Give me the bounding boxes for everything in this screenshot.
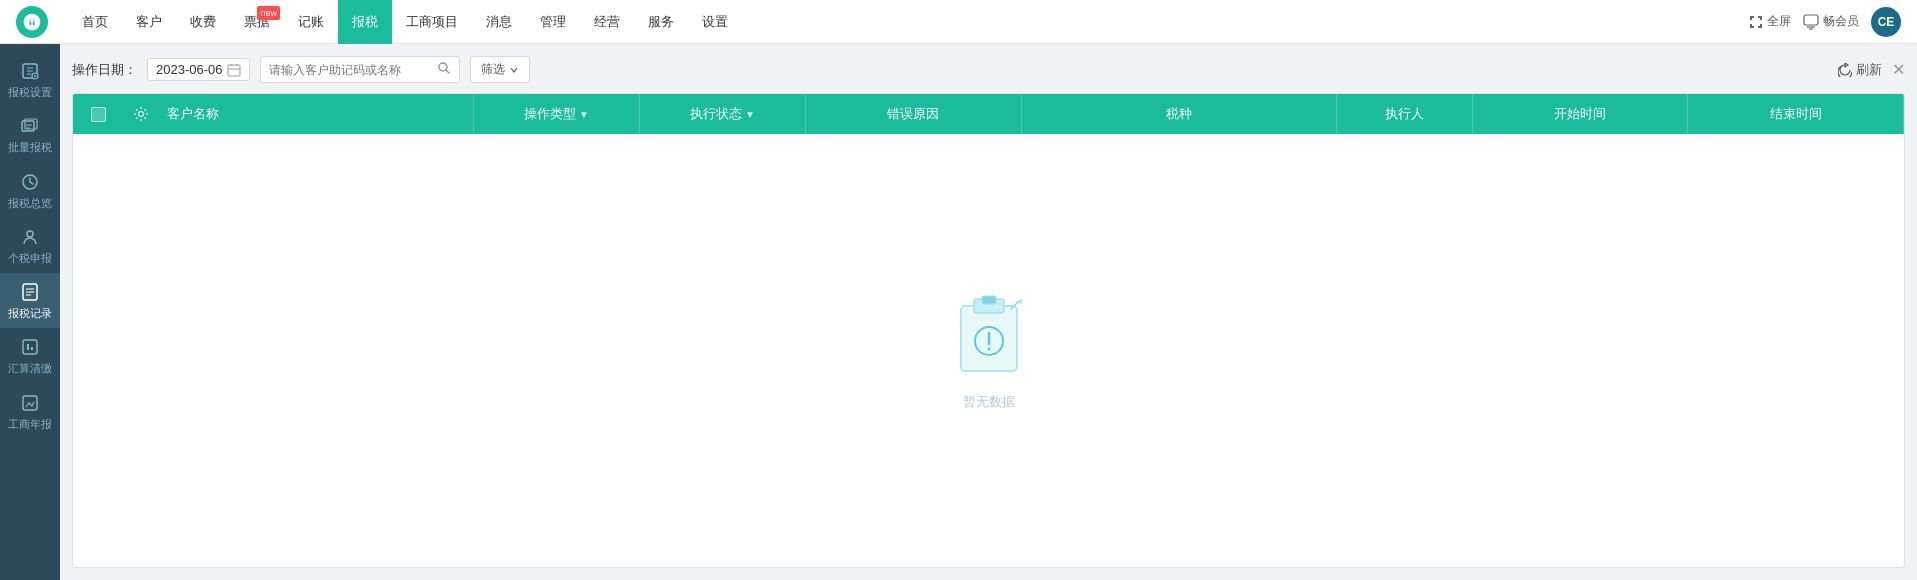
fullscreen-icon	[1749, 15, 1763, 29]
sort-icon-status: ▼	[745, 109, 755, 120]
tax-overview-icon	[19, 171, 41, 193]
svg-marker-21	[1019, 299, 1023, 305]
search-box[interactable]	[260, 56, 460, 83]
nav-menu: 首页 客户 收费 票据 new 记账 报税 工商项目 消息 管理 经营 服务 设…	[68, 0, 1749, 44]
th-status[interactable]: 执行状态 ▼	[640, 94, 806, 134]
logo[interactable]	[16, 6, 48, 38]
member-button[interactable]: 畅会员	[1803, 13, 1859, 30]
table-header: 客户名称 操作类型 ▼ 执行状态 ▼ 错误原因 税种 执行人	[73, 94, 1904, 134]
refresh-button[interactable]: 刷新	[1838, 61, 1882, 79]
sidebar-item-batch-tax[interactable]: 批量报税	[0, 107, 60, 162]
user-avatar[interactable]: CE	[1871, 7, 1901, 37]
calendar-icon	[227, 63, 241, 77]
nav-message[interactable]: 消息	[472, 0, 526, 44]
top-navigation: 首页 客户 收费 票据 new 记账 报税 工商项目 消息 管理 经营 服务 设…	[0, 0, 1917, 44]
personal-tax-icon	[19, 226, 41, 248]
date-value: 2023-06-06	[156, 62, 223, 77]
search-button[interactable]	[429, 57, 459, 82]
th-op-type[interactable]: 操作类型 ▼	[474, 94, 640, 134]
filter-button[interactable]: 筛选	[470, 56, 530, 83]
nav-tax[interactable]: 报税	[338, 0, 392, 44]
svg-rect-11	[228, 65, 240, 76]
nav-operation[interactable]: 经营	[580, 0, 634, 44]
content-area: 操作日期： 2023-06-06 筛选	[60, 44, 1917, 580]
nav-bookkeeping[interactable]: 记账	[284, 0, 338, 44]
toolbar-right: 刷新 ✕	[1838, 60, 1905, 79]
svg-point-13	[139, 112, 144, 117]
th-checkbox[interactable]	[73, 107, 123, 122]
member-icon	[1803, 14, 1819, 30]
nav-invoice[interactable]: 票据 new	[230, 0, 284, 44]
search-icon	[437, 61, 451, 75]
sort-icon-optype: ▼	[579, 109, 589, 120]
tax-record-icon	[19, 281, 41, 303]
nav-business[interactable]: 工商项目	[392, 0, 472, 44]
sidebar-item-personal-tax[interactable]: 个税申报	[0, 218, 60, 273]
sidebar-item-tax-record[interactable]: 报税记录	[0, 273, 60, 328]
empty-text: 暂无数据	[963, 393, 1015, 411]
nav-service[interactable]: 服务	[634, 0, 688, 44]
gear-icon	[133, 106, 149, 122]
fullscreen-button[interactable]: 全屏	[1749, 13, 1791, 30]
th-start-time: 开始时间	[1473, 94, 1689, 134]
main-layout: 报税设置 批量报税 报税总览	[0, 44, 1917, 580]
sidebar-item-tax-settings[interactable]: 报税设置	[0, 52, 60, 107]
chevron-down-icon	[509, 65, 519, 75]
new-badge: new	[257, 6, 280, 20]
nav-home[interactable]: 首页	[68, 0, 122, 44]
tax-settings-icon	[19, 60, 41, 82]
settlement-icon	[19, 336, 41, 358]
empty-icon	[949, 291, 1029, 381]
th-customer-name: 客户名称	[159, 94, 474, 134]
sidebar-item-annual-report[interactable]: 工商年报	[0, 384, 60, 439]
nav-customer[interactable]: 客户	[122, 0, 176, 44]
sidebar: 报税设置 批量报税 报税总览	[0, 44, 60, 580]
nav-manage[interactable]: 管理	[526, 0, 580, 44]
search-input[interactable]	[261, 59, 429, 81]
svg-rect-16	[982, 296, 996, 304]
nav-settings[interactable]: 设置	[688, 0, 742, 44]
svg-rect-1	[1804, 15, 1818, 25]
close-button[interactable]: ✕	[1892, 60, 1905, 79]
nav-fee[interactable]: 收费	[176, 0, 230, 44]
data-table: 客户名称 操作类型 ▼ 执行状态 ▼ 错误原因 税种 执行人	[72, 93, 1905, 568]
th-gear[interactable]	[123, 106, 159, 122]
date-label: 操作日期：	[72, 61, 137, 79]
sidebar-item-settlement[interactable]: 汇算清缴	[0, 328, 60, 383]
select-all-checkbox[interactable]	[91, 107, 106, 122]
refresh-icon	[1838, 63, 1852, 77]
th-tax-type: 税种	[1022, 94, 1337, 134]
svg-point-7	[27, 231, 33, 237]
nav-right-area: 全屏 畅会员 CE	[1749, 7, 1901, 37]
sidebar-item-tax-overview[interactable]: 报税总览	[0, 163, 60, 218]
toolbar: 操作日期： 2023-06-06 筛选	[72, 56, 1905, 83]
th-executor: 执行人	[1337, 94, 1473, 134]
batch-tax-icon	[19, 115, 41, 137]
annual-report-icon	[19, 392, 41, 414]
th-end-time: 结束时间	[1688, 94, 1904, 134]
empty-state: 暂无数据	[73, 134, 1904, 567]
date-picker[interactable]: 2023-06-06	[147, 58, 250, 81]
svg-rect-9	[23, 340, 37, 354]
svg-point-19	[987, 347, 990, 350]
th-reason: 错误原因	[806, 94, 1022, 134]
svg-rect-10	[23, 396, 37, 410]
